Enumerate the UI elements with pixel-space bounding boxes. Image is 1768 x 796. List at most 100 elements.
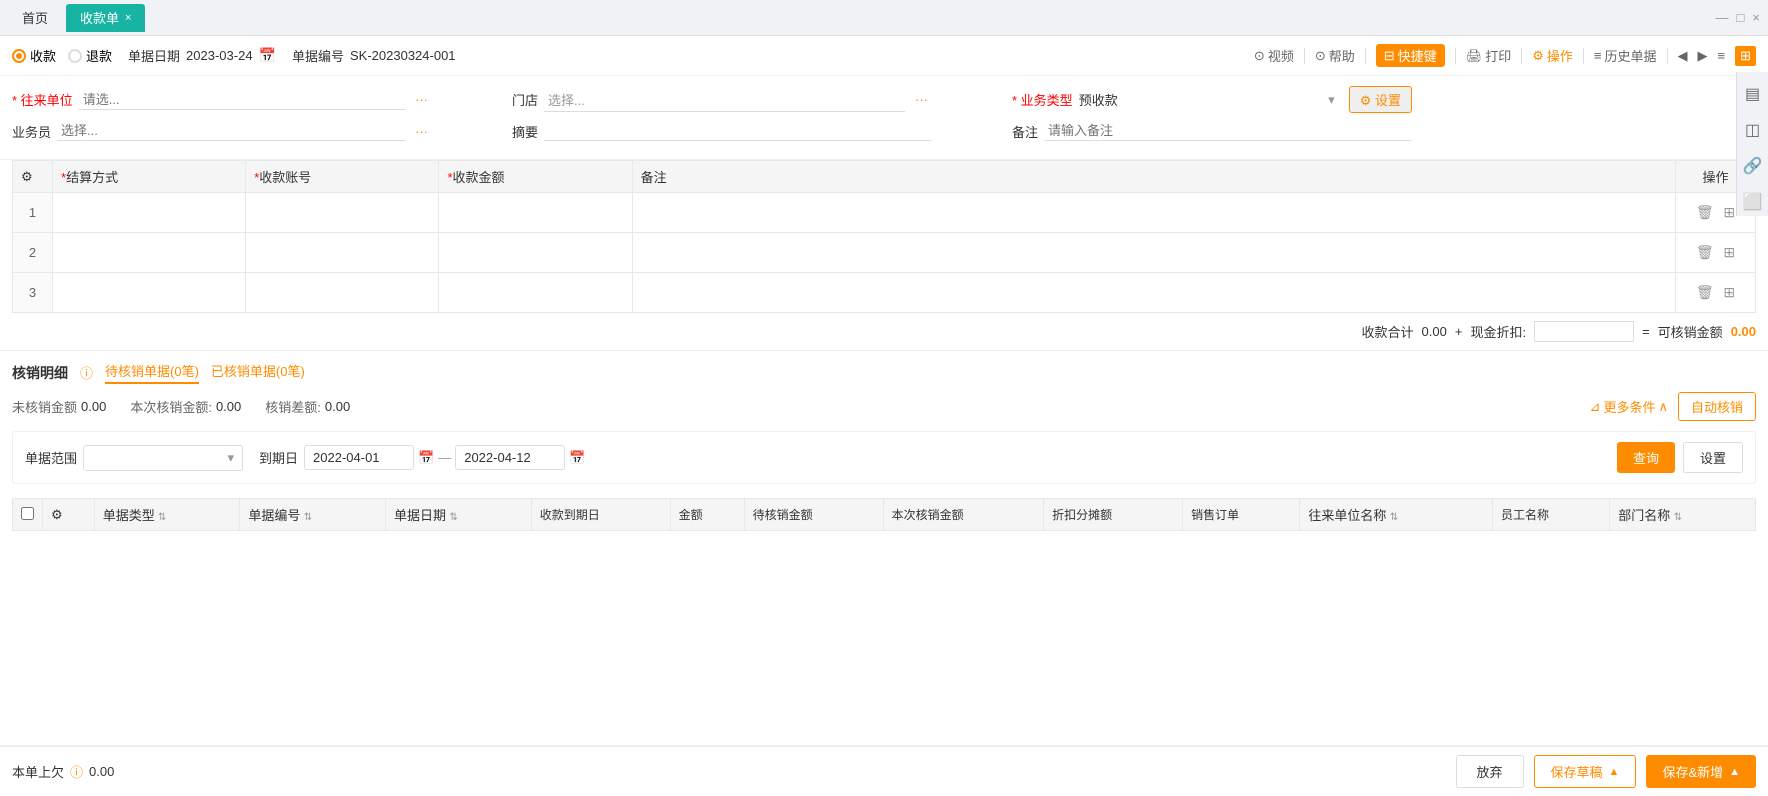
- nav-prev-icon[interactable]: ◀: [1678, 48, 1688, 64]
- copy-row-1-icon[interactable]: ⊞: [1723, 204, 1735, 220]
- col-counterpart[interactable]: 往来单位名称 ⇅: [1300, 499, 1493, 531]
- divider6: [1667, 48, 1668, 64]
- biz-type-arrow[interactable]: ▾: [1328, 92, 1335, 108]
- tab-home[interactable]: 首页: [8, 4, 62, 32]
- current-label: 本次核销金额:: [130, 397, 212, 416]
- counterpart-more-icon[interactable]: ···: [411, 92, 432, 107]
- help-btn[interactable]: ⊙ 帮助: [1315, 46, 1355, 65]
- filter-buttons: 查询 设置: [1617, 442, 1743, 473]
- summary-input[interactable]: [544, 121, 932, 141]
- col-checkbox[interactable]: [13, 499, 43, 531]
- layout-icon[interactable]: ≡: [1718, 48, 1726, 63]
- minimize-btn[interactable]: —: [1716, 10, 1729, 25]
- delete-row-3-icon[interactable]: 🗑: [1696, 284, 1714, 300]
- col-gear2[interactable]: ⚙: [43, 499, 95, 531]
- staff-input[interactable]: [57, 121, 405, 141]
- delete-row-2-icon[interactable]: 🗑: [1696, 244, 1714, 260]
- copy-row-2-icon[interactable]: ⊞: [1723, 244, 1735, 260]
- divider5: [1583, 48, 1584, 64]
- staff-more-icon[interactable]: ···: [411, 124, 432, 139]
- filter-settings-btn[interactable]: 设置: [1683, 442, 1743, 473]
- right-panel-icon-3[interactable]: 🔗: [1739, 152, 1767, 180]
- date-to-input[interactable]: [455, 445, 565, 470]
- cell-settle-3[interactable]: [53, 273, 246, 313]
- prev-info-icon[interactable]: ⓘ: [70, 762, 83, 781]
- more-conditions-btn[interactable]: ⊿ 更多条件 ∧: [1590, 397, 1668, 416]
- number-value: SK-20230324-001: [350, 48, 456, 63]
- right-panel-icon-2[interactable]: ◫: [1741, 116, 1764, 144]
- col-number[interactable]: 单据编号 ⇅: [240, 499, 386, 531]
- right-panel-icon-4[interactable]: ⬜: [1739, 188, 1767, 216]
- cell-remark-1[interactable]: [632, 193, 1675, 233]
- window-close-btn[interactable]: ×: [1752, 10, 1760, 25]
- maximize-btn[interactable]: □: [1737, 10, 1745, 25]
- cell-remark-3[interactable]: [632, 273, 1675, 313]
- sort-icon-number: ⇅: [304, 512, 312, 523]
- sort-icon-counterpart: ⇅: [1390, 512, 1398, 523]
- writeoff-info-icon[interactable]: ⓘ: [80, 363, 93, 382]
- divider2: [1365, 48, 1366, 64]
- expand-icon[interactable]: ⊞: [1735, 46, 1756, 66]
- history-btn[interactable]: ≡ 历史单据: [1594, 46, 1657, 65]
- cell-account-3[interactable]: [246, 273, 439, 313]
- store-select[interactable]: 选择...: [544, 88, 905, 112]
- tab-done[interactable]: 已核销单据(0笔): [211, 361, 305, 384]
- video-btn[interactable]: ⊙ 视频: [1254, 46, 1294, 65]
- date-from-input[interactable]: [304, 445, 414, 470]
- store-more-icon[interactable]: ···: [911, 92, 932, 107]
- shortcuts-btn[interactable]: ⊟ 快捷键: [1376, 44, 1445, 67]
- tab-receipt[interactable]: 收款单 ×: [66, 4, 145, 32]
- shortcuts-icon: ⊟: [1384, 48, 1395, 64]
- cell-account-2[interactable]: [246, 233, 439, 273]
- select-all-checkbox[interactable]: [21, 507, 34, 520]
- copy-row-3-icon[interactable]: ⊞: [1723, 284, 1735, 300]
- radio-refund[interactable]: 退款: [68, 46, 112, 65]
- table-row: 1 🗑 ⊞: [13, 193, 1756, 233]
- form-area: * 往来单位 ··· 门店 选择... ··· * 业务类型 预收款 ▾ ⚙: [0, 76, 1768, 160]
- query-btn[interactable]: 查询: [1617, 442, 1675, 473]
- save-new-btn[interactable]: 保存&新增 ▲: [1646, 755, 1756, 788]
- range-select[interactable]: ▾: [83, 445, 243, 471]
- cell-amount-2[interactable]: [439, 233, 632, 273]
- cell-settle-1[interactable]: [53, 193, 246, 233]
- right-panel-icon-1[interactable]: ▤: [1741, 80, 1764, 108]
- abandon-btn[interactable]: 放弃: [1456, 755, 1524, 788]
- biz-type-label: * 业务类型: [1012, 90, 1073, 109]
- biz-type-field: * 业务类型 预收款 ▾ ⚙ 设置: [1012, 86, 1412, 113]
- unverified-label: 未核销金额: [12, 397, 77, 416]
- radio-refund-dot: [68, 49, 82, 63]
- radio-receipt[interactable]: 收款: [12, 46, 56, 65]
- nav-next-icon[interactable]: ▶: [1698, 48, 1708, 64]
- receipt-table-area: ⚙ *结算方式 *收款账号 *收款金额 备注 操作: [0, 160, 1768, 313]
- counterpart-label: * 往来单位: [12, 90, 73, 109]
- tab-receipt-close[interactable]: ×: [125, 12, 131, 24]
- cell-amount-3[interactable]: [439, 273, 632, 313]
- col-amount: *收款金额: [439, 161, 632, 193]
- discount-input[interactable]: [1534, 321, 1634, 342]
- cell-amount-1[interactable]: [439, 193, 632, 233]
- tab-pending[interactable]: 待核销单据(0笔): [105, 361, 199, 384]
- col-gear[interactable]: ⚙: [13, 161, 53, 193]
- cell-settle-2[interactable]: [53, 233, 246, 273]
- col-date[interactable]: 单据日期 ⇅: [386, 499, 532, 531]
- radio-receipt-label: 收款: [30, 46, 56, 65]
- tab-home-label: 首页: [22, 8, 48, 27]
- delete-row-1-icon[interactable]: 🗑: [1696, 204, 1714, 220]
- remark-input[interactable]: [1044, 121, 1412, 141]
- calendar-from-icon[interactable]: 📅: [418, 450, 434, 466]
- cell-remark-2[interactable]: [632, 233, 1675, 273]
- writeoff-title: 核销明细: [12, 363, 68, 383]
- calendar-icon[interactable]: 📅: [259, 47, 276, 64]
- print-btn[interactable]: 🖨 打印: [1466, 46, 1512, 65]
- settings-button[interactable]: ⚙ 设置: [1349, 86, 1412, 113]
- calendar-to-icon[interactable]: 📅: [569, 450, 585, 466]
- save-draft-btn[interactable]: 保存草稿 ▲: [1534, 755, 1637, 788]
- auto-writeoff-btn[interactable]: 自动核销: [1678, 392, 1756, 421]
- col-dept[interactable]: 部门名称 ⇅: [1610, 499, 1756, 531]
- col-type[interactable]: 单据类型 ⇅: [94, 499, 240, 531]
- store-field: 门店 选择... ···: [512, 88, 932, 112]
- operations-btn[interactable]: ⚙ 操作: [1532, 46, 1573, 65]
- cell-account-1[interactable]: [246, 193, 439, 233]
- remark-label: 备注: [1012, 122, 1038, 141]
- counterpart-input[interactable]: [79, 90, 405, 110]
